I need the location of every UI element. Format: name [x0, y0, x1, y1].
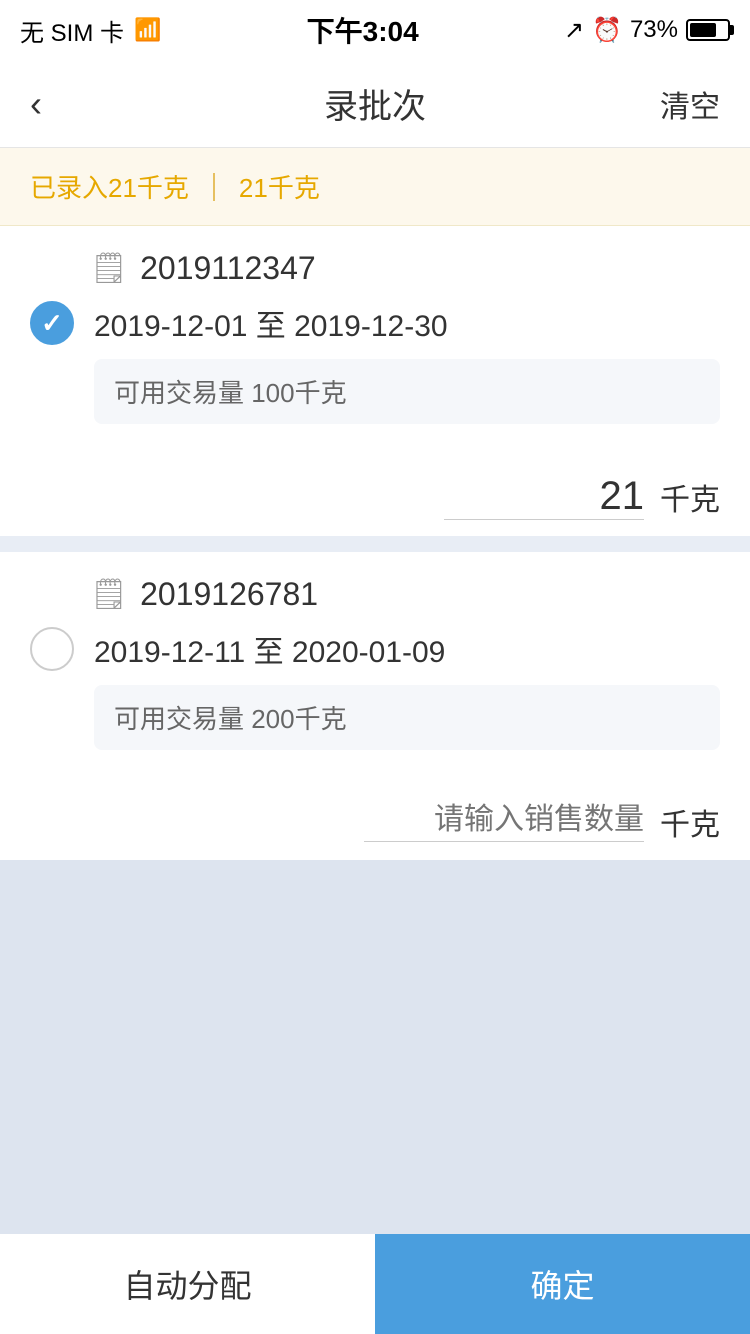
status-bar-left: 无 SIM 卡 📶: [20, 13, 161, 48]
batch2-id: 2019126781: [140, 576, 318, 613]
status-bar: 无 SIM 卡 📶 下午3:04 ↗ ⏰ 73%: [0, 0, 750, 60]
page-title: 录批次: [324, 79, 426, 128]
location-icon: ↗: [564, 16, 584, 45]
batch2-row: 2019-12-11 至 2020-01-09: [30, 627, 720, 671]
batch1-header: 🗒 2019112347: [90, 250, 720, 287]
battery-icon: [686, 19, 730, 41]
total-amount: 21千克: [239, 168, 320, 205]
clear-button[interactable]: 清空: [660, 82, 720, 126]
battery-fill: [690, 23, 716, 37]
batch1-qty-label: 可用交易量 100千克: [114, 378, 347, 408]
batch2-qty-box: 可用交易量 200千克: [94, 685, 720, 750]
back-button[interactable]: ‹: [30, 83, 90, 125]
batch2-section: 🗒 2019126781 2019-12-11 至 2020-01-09 可用交…: [0, 552, 750, 860]
batch1-doc-icon: 🗒: [90, 251, 128, 286]
batch2-header: 🗒 2019126781: [90, 576, 720, 613]
batch2-input-row: 千克: [0, 780, 750, 860]
batch1-amount-row: 千克: [0, 454, 750, 536]
confirm-button[interactable]: 确定: [375, 1234, 750, 1334]
batch1-unit: 千克: [660, 475, 720, 519]
batch1-id: 2019112347: [140, 250, 316, 287]
recorded-amount: 已录入21千克: [30, 168, 189, 205]
info-bar: 已录入21千克 21千克: [0, 148, 750, 226]
info-divider: [213, 173, 215, 201]
batch1-row: 2019-12-01 至 2019-12-30: [30, 301, 720, 345]
alarm-icon: ⏰: [592, 16, 622, 45]
batch2-date: 2019-12-11 至 2020-01-09: [94, 627, 445, 671]
batch2-qty-input[interactable]: [364, 803, 644, 842]
batch1-date: 2019-12-01 至 2019-12-30: [94, 301, 448, 345]
batch2-unit: 千克: [660, 800, 720, 844]
bottom-bar: 自动分配 确定: [0, 1234, 750, 1334]
batch1-amount-input[interactable]: [444, 474, 644, 520]
batch2-doc-icon: 🗒: [90, 577, 128, 612]
sim-status: 无 SIM 卡: [20, 13, 124, 48]
batch1-radio[interactable]: [30, 301, 74, 345]
batch1-item: 🗒 2019112347 2019-12-01 至 2019-12-30 可用交…: [0, 226, 750, 454]
section-divider: [0, 536, 750, 552]
batch1-section: 🗒 2019112347 2019-12-01 至 2019-12-30 可用交…: [0, 226, 750, 536]
batch2-qty-label: 可用交易量 200千克: [114, 704, 347, 734]
batch1-qty-box: 可用交易量 100千克: [94, 359, 720, 424]
batch2-item: 🗒 2019126781 2019-12-11 至 2020-01-09 可用交…: [0, 552, 750, 780]
nav-bar: ‹ 录批次 清空: [0, 60, 750, 148]
battery-percent: 73%: [630, 16, 678, 44]
batch2-radio[interactable]: [30, 627, 74, 671]
wifi-icon: 📶: [134, 17, 161, 43]
status-bar-right: ↗ ⏰ 73%: [564, 16, 730, 45]
auto-distribute-button[interactable]: 自动分配: [0, 1234, 375, 1334]
gray-area: [0, 860, 750, 1280]
status-bar-time: 下午3:04: [307, 10, 419, 50]
